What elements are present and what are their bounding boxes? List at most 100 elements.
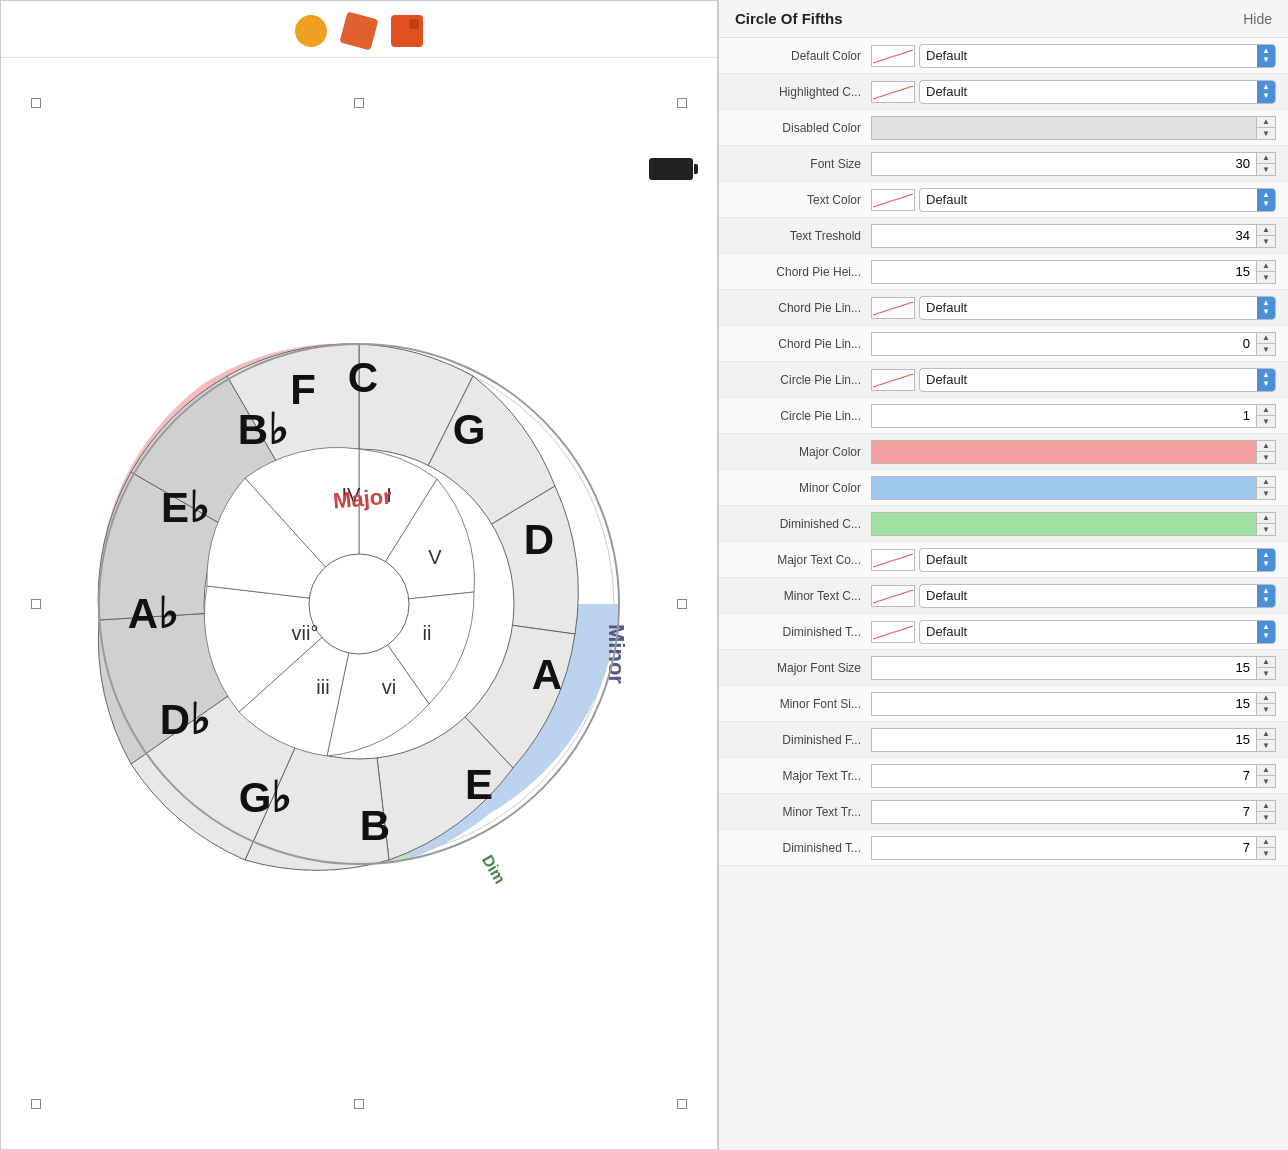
color-up-button[interactable]: ▲: [1257, 117, 1275, 129]
handle-br[interactable]: [677, 1099, 687, 1109]
increment-button[interactable]: ▲: [1257, 729, 1275, 741]
increment-button[interactable]: ▲: [1257, 765, 1275, 777]
dropdown-control[interactable]: Default▲▼: [919, 584, 1276, 608]
color-bar-control[interactable]: ▲▼: [871, 440, 1276, 464]
decrement-button[interactable]: ▼: [1257, 848, 1275, 859]
number-input[interactable]: [871, 404, 1256, 428]
dropdown-arrows[interactable]: ▲▼: [1257, 621, 1275, 643]
increment-button[interactable]: ▲: [1257, 693, 1275, 705]
dropdown-control[interactable]: Default▲▼: [919, 296, 1276, 320]
number-input[interactable]: [871, 800, 1256, 824]
decrement-button[interactable]: ▼: [1257, 812, 1275, 823]
dropdown-arrows[interactable]: ▲▼: [1257, 45, 1275, 67]
number-arrows[interactable]: ▲▼: [1256, 332, 1276, 356]
color-bar-control[interactable]: ▲▼: [871, 512, 1276, 536]
decrement-button[interactable]: ▼: [1257, 164, 1275, 175]
number-input[interactable]: [871, 152, 1256, 176]
decrement-button[interactable]: ▼: [1257, 272, 1275, 283]
circle-of-fifths[interactable]: C G D A E B G♭ D♭ A♭ E♭ B♭ F I V IV ii v…: [79, 324, 639, 884]
color-down-button[interactable]: ▼: [1257, 488, 1275, 499]
color-bar[interactable]: [871, 476, 1256, 500]
decrement-button[interactable]: ▼: [1257, 416, 1275, 427]
dropdown-control[interactable]: Default▲▼: [919, 368, 1276, 392]
number-arrows[interactable]: ▲▼: [1256, 692, 1276, 716]
dropdown-arrows[interactable]: ▲▼: [1257, 189, 1275, 211]
increment-button[interactable]: ▲: [1257, 801, 1275, 813]
color-swatch[interactable]: [871, 81, 915, 103]
number-arrows[interactable]: ▲▼: [1256, 800, 1276, 824]
number-input[interactable]: [871, 656, 1256, 680]
decrement-button[interactable]: ▼: [1257, 236, 1275, 247]
color-up-button[interactable]: ▲: [1257, 477, 1275, 489]
cube-icon[interactable]: [339, 11, 378, 50]
handle-mr[interactable]: [677, 599, 687, 609]
number-input[interactable]: [871, 728, 1256, 752]
increment-button[interactable]: ▲: [1257, 153, 1275, 165]
dropdown-control[interactable]: Default▲▼: [919, 44, 1276, 68]
color-bar-arrows[interactable]: ▲▼: [1256, 512, 1276, 536]
dropdown-arrows[interactable]: ▲▼: [1257, 81, 1275, 103]
color-bar-control[interactable]: ▲▼: [871, 476, 1276, 500]
decrement-button[interactable]: ▼: [1257, 740, 1275, 751]
number-arrows[interactable]: ▲▼: [1256, 656, 1276, 680]
handle-tm[interactable]: [354, 98, 364, 108]
number-arrows[interactable]: ▲▼: [1256, 404, 1276, 428]
decrement-button[interactable]: ▼: [1257, 344, 1275, 355]
color-down-button[interactable]: ▼: [1257, 452, 1275, 463]
color-down-button[interactable]: ▼: [1257, 128, 1275, 139]
handle-ml[interactable]: [31, 599, 41, 609]
hide-button[interactable]: Hide: [1243, 11, 1272, 27]
increment-button[interactable]: ▲: [1257, 333, 1275, 345]
handle-bm[interactable]: [354, 1099, 364, 1109]
decrement-button[interactable]: ▼: [1257, 776, 1275, 787]
color-bar-arrows[interactable]: ▲▼: [1256, 116, 1276, 140]
color-swatch[interactable]: [871, 369, 915, 391]
handle-tl[interactable]: [31, 98, 41, 108]
increment-button[interactable]: ▲: [1257, 405, 1275, 417]
color-bar[interactable]: [871, 116, 1256, 140]
square-icon[interactable]: [391, 15, 423, 47]
color-bar-control[interactable]: ▲▼: [871, 116, 1276, 140]
dropdown-control[interactable]: Default▲▼: [919, 548, 1276, 572]
circle-icon[interactable]: [295, 15, 327, 47]
handle-tr[interactable]: [677, 98, 687, 108]
color-bar[interactable]: [871, 512, 1256, 536]
color-swatch[interactable]: [871, 189, 915, 211]
dropdown-arrows[interactable]: ▲▼: [1257, 369, 1275, 391]
dropdown-arrows[interactable]: ▲▼: [1257, 585, 1275, 607]
color-up-button[interactable]: ▲: [1257, 513, 1275, 525]
number-arrows[interactable]: ▲▼: [1256, 764, 1276, 788]
dropdown-arrows[interactable]: ▲▼: [1257, 549, 1275, 571]
increment-button[interactable]: ▲: [1257, 261, 1275, 273]
number-input[interactable]: [871, 764, 1256, 788]
dropdown-control[interactable]: Default▲▼: [919, 80, 1276, 104]
increment-button[interactable]: ▲: [1257, 225, 1275, 237]
number-input[interactable]: [871, 332, 1256, 356]
color-bar[interactable]: [871, 440, 1256, 464]
color-swatch[interactable]: [871, 297, 915, 319]
number-arrows[interactable]: ▲▼: [1256, 260, 1276, 284]
color-swatch[interactable]: [871, 621, 915, 643]
color-down-button[interactable]: ▼: [1257, 524, 1275, 535]
color-swatch[interactable]: [871, 45, 915, 67]
decrement-button[interactable]: ▼: [1257, 668, 1275, 679]
number-input[interactable]: [871, 224, 1256, 248]
color-swatch[interactable]: [871, 549, 915, 571]
number-arrows[interactable]: ▲▼: [1256, 836, 1276, 860]
dropdown-control[interactable]: Default▲▼: [919, 188, 1276, 212]
handle-bl[interactable]: [31, 1099, 41, 1109]
increment-button[interactable]: ▲: [1257, 657, 1275, 669]
decrement-button[interactable]: ▼: [1257, 704, 1275, 715]
color-up-button[interactable]: ▲: [1257, 441, 1275, 453]
color-bar-arrows[interactable]: ▲▼: [1256, 440, 1276, 464]
dropdown-control[interactable]: Default▲▼: [919, 620, 1276, 644]
color-bar-arrows[interactable]: ▲▼: [1256, 476, 1276, 500]
dropdown-arrows[interactable]: ▲▼: [1257, 297, 1275, 319]
number-input[interactable]: [871, 260, 1256, 284]
number-arrows[interactable]: ▲▼: [1256, 152, 1276, 176]
number-input[interactable]: [871, 836, 1256, 860]
number-arrows[interactable]: ▲▼: [1256, 224, 1276, 248]
number-arrows[interactable]: ▲▼: [1256, 728, 1276, 752]
color-swatch[interactable]: [871, 585, 915, 607]
increment-button[interactable]: ▲: [1257, 837, 1275, 849]
